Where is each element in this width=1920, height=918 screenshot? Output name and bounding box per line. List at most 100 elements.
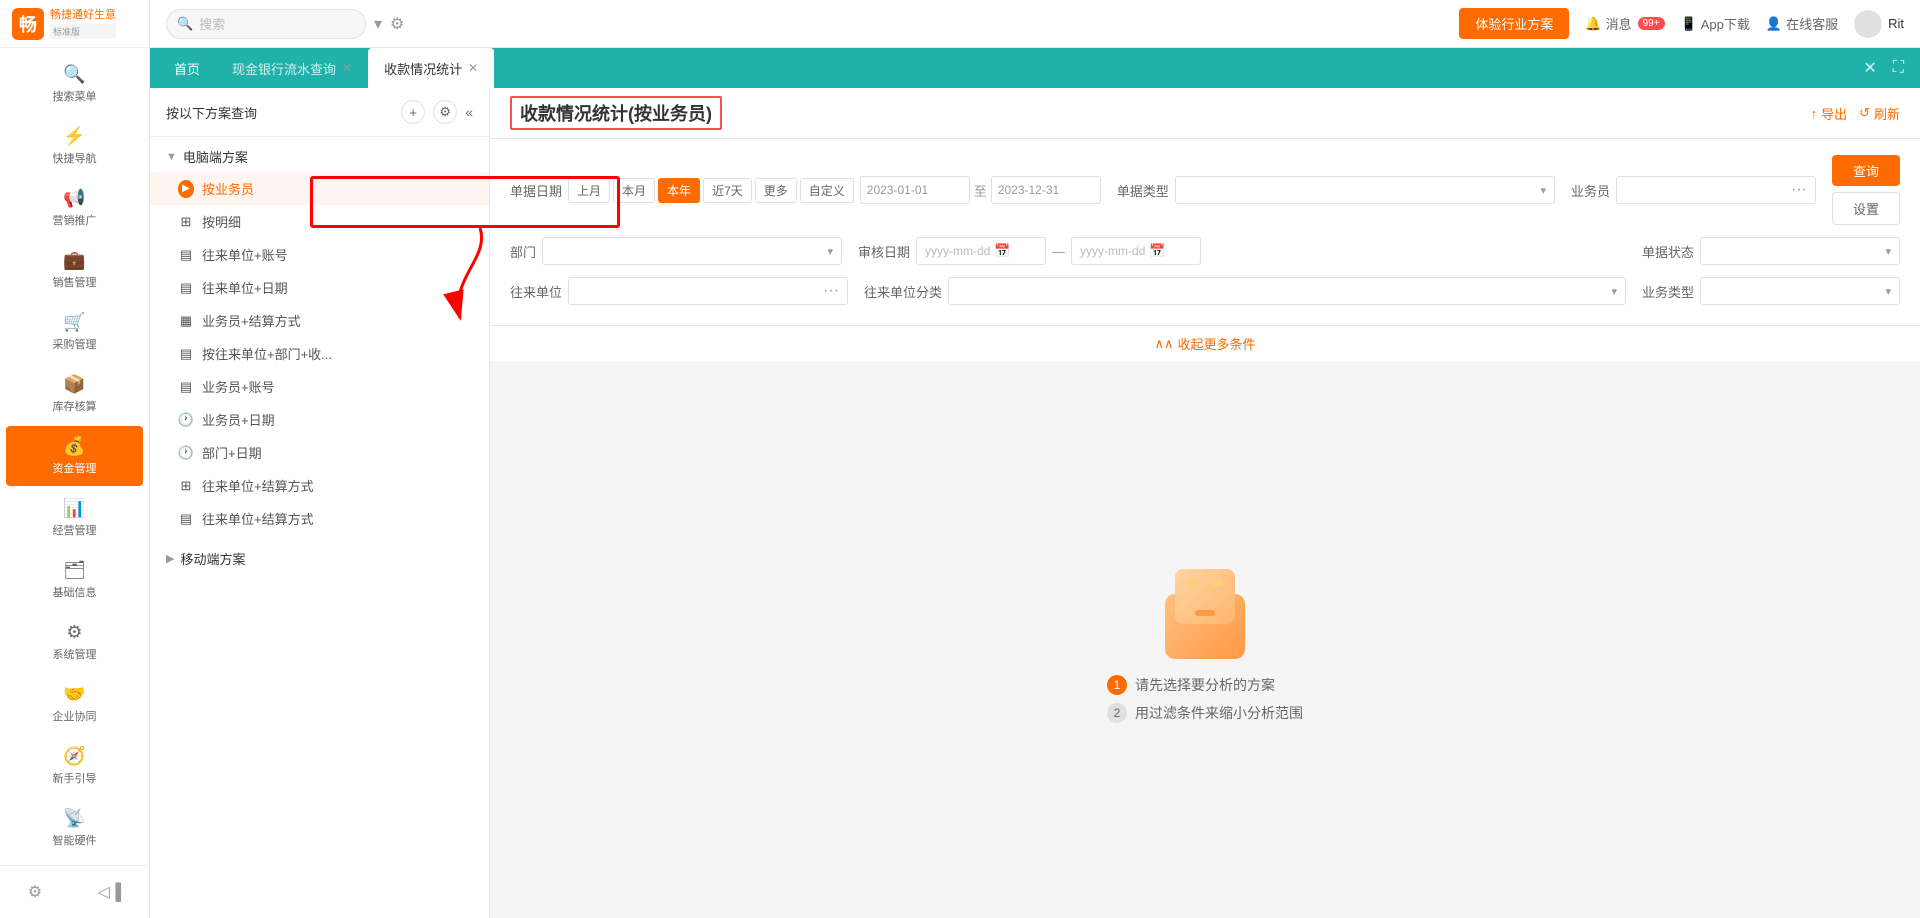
sidebar-item-hardware[interactable]: 📡 智能硬件 <box>6 798 143 858</box>
top-header: 🔍 搜索 ▾ ⚙ 体验行业方案 🔔 消息 99+ 📱 App下载 👤 <box>150 0 1920 48</box>
sidebar-item-marketing[interactable]: 📢 营销推广 <box>6 178 143 238</box>
menu-item-partner-payment1[interactable]: ⊞ 往来单位+结算方式 <box>150 469 489 502</box>
menu-item-salesman-account[interactable]: ▤ 业务员+账号 <box>150 370 489 403</box>
scheme-settings-btn[interactable]: ⚙ <box>433 100 457 124</box>
settings-footer-btn[interactable]: ⚙ <box>22 876 48 908</box>
menu-item-salesman-date[interactable]: 🕐 业务员+日期 <box>150 403 489 436</box>
voucher-status-select[interactable]: ▾ <box>1700 237 1900 265</box>
menu-item-by-detail[interactable]: ⊞ 按明细 <box>150 205 489 238</box>
service-label: 在线客服 <box>1786 14 1838 33</box>
robot-head <box>1175 569 1235 624</box>
sidebar-item-label: 搜索菜单 <box>53 88 97 104</box>
menu-item-partner-date[interactable]: ▤ 往来单位+日期 <box>150 271 489 304</box>
sidebar-item-search[interactable]: 🔍 搜索菜单 <box>6 54 143 114</box>
date-btn-this-month[interactable]: 本月 <box>613 178 655 203</box>
tab-maximize-btn[interactable]: ⛶ <box>1885 55 1912 81</box>
username: Rit <box>1888 16 1904 31</box>
sidebar-item-quicknav[interactable]: ⚡ 快捷导航 <box>6 116 143 176</box>
tab-receipt-stats[interactable]: 收款情况统计 ✕ <box>368 48 494 88</box>
partner-payment1-icon: ⊞ <box>178 478 194 494</box>
sidebar-item-finance[interactable]: 💰 资金管理 <box>6 426 143 486</box>
date-btn-custom[interactable]: 自定义 <box>800 178 854 203</box>
sidebar-item-enterprise[interactable]: 🤝 企业协同 <box>6 674 143 734</box>
mobile-section-title: 移动端方案 <box>180 549 245 568</box>
action-buttons: 查询 设置 <box>1832 155 1900 225</box>
dept-select[interactable]: ▾ <box>542 237 842 265</box>
date-field-group: 单据日期 上月 本月 本年 近7天 更多 自定义 至 <box>510 176 1101 204</box>
sidebar-item-operations[interactable]: 📊 经营管理 <box>6 488 143 548</box>
date-btn-last-month[interactable]: 上月 <box>568 178 610 203</box>
online-service-btn[interactable]: 👤 在线客服 <box>1766 14 1838 33</box>
business-type-select[interactable]: ▾ <box>1700 277 1900 305</box>
dept-field: 部门 ▾ <box>510 237 842 265</box>
tab-close-receipt-stats[interactable]: ✕ <box>468 61 478 75</box>
partner-category-select[interactable]: ▾ <box>948 277 1626 305</box>
salesman-select[interactable]: ··· <box>1616 176 1816 204</box>
sidebar-item-basic[interactable]: 🗂 基础信息 <box>6 550 143 610</box>
sidebar-item-guide[interactable]: 🧭 新手引导 <box>6 736 143 796</box>
partner-select[interactable]: ··· <box>568 277 848 305</box>
dropdown-icon[interactable]: ▾ <box>374 14 382 34</box>
settings-icon[interactable]: ⚙ <box>390 14 404 34</box>
export-btn[interactable]: ↑ 导出 <box>1811 104 1848 123</box>
page-title-actions: ↑ 导出 ↺ 刷新 <box>1811 104 1900 123</box>
salesman-account-icon: ▤ <box>178 379 194 395</box>
hint-text-2: 用过滤条件来缩小分析范围 <box>1135 703 1303 723</box>
service-icon: 👤 <box>1766 16 1782 32</box>
partner-category-label: 往来单位分类 <box>864 282 942 301</box>
sidebar-item-purchase[interactable]: 🛒 采购管理 <box>6 302 143 362</box>
mobile-section-header[interactable]: ▶ 移动端方案 <box>150 543 489 574</box>
audit-date-start[interactable]: yyyy-mm-dd 📅 <box>916 237 1046 265</box>
collapse-sidebar-btn[interactable]: ◁▐ <box>92 876 128 908</box>
notification-label: 消息 <box>1606 14 1632 33</box>
hint-num-2: 2 <box>1107 703 1127 723</box>
hardware-icon: 📡 <box>63 808 85 829</box>
logo-badge: 标准版 <box>50 24 116 39</box>
voucher-type-chevron: ▾ <box>1540 184 1546 197</box>
menu-item-partner-dept-receipt[interactable]: ▤ 按往来单位+部门+收... <box>150 337 489 370</box>
audit-date-end[interactable]: yyyy-mm-dd 📅 <box>1071 237 1201 265</box>
menu-item-partner-payment2[interactable]: ▤ 往来单位+结算方式 <box>150 502 489 535</box>
menu-item-dept-date[interactable]: 🕐 部门+日期 <box>150 436 489 469</box>
tab-close-all-btn[interactable]: ✕ <box>1855 54 1884 82</box>
menu-item-partner-account[interactable]: ▤ 往来单位+账号 <box>150 238 489 271</box>
voucher-status-label: 单据状态 <box>1642 242 1694 261</box>
voucher-status-field: 单据状态 ▾ <box>1642 237 1900 265</box>
tab-close-bank-flow[interactable]: ✕ <box>342 61 352 75</box>
app-icon: 📱 <box>1681 16 1697 32</box>
settings-btn[interactable]: 设置 <box>1832 192 1900 225</box>
date-end-input[interactable] <box>991 176 1101 204</box>
sidebar-item-inventory[interactable]: 📦 库存核算 <box>6 364 143 424</box>
search-box[interactable]: 🔍 搜索 <box>166 9 366 39</box>
logo-title: 畅捷通好生意 <box>50 8 116 22</box>
refresh-btn[interactable]: ↺ 刷新 <box>1859 104 1900 123</box>
sidebar-item-label: 营销推广 <box>53 212 97 228</box>
menu-item-by-salesman[interactable]: ▶ 按业务员 <box>150 172 489 205</box>
query-btn[interactable]: 查询 <box>1832 155 1900 186</box>
logo-icon: 畅 <box>12 8 44 40</box>
collapse-panel-btn[interactable]: « <box>465 104 473 120</box>
business-type-field: 业务类型 ▾ <box>1642 277 1900 305</box>
notification-btn[interactable]: 🔔 消息 99+ <box>1585 14 1664 33</box>
user-area[interactable]: Rit <box>1854 10 1904 38</box>
date-btn-last7[interactable]: 近7天 <box>703 178 752 203</box>
menu-item-label: 业务员+账号 <box>202 377 275 396</box>
add-scheme-btn[interactable]: + <box>401 100 425 124</box>
date-btn-more[interactable]: 更多 <box>755 178 797 203</box>
voucher-type-label: 单据类型 <box>1117 181 1169 200</box>
tab-home[interactable]: 首页 <box>158 48 216 88</box>
voucher-type-select[interactable]: ▾ <box>1175 176 1555 204</box>
sidebar-item-sales[interactable]: 💼 销售管理 <box>6 240 143 300</box>
trial-btn[interactable]: 体验行业方案 <box>1459 8 1569 39</box>
app-download-btn[interactable]: 📱 App下载 <box>1681 14 1750 33</box>
collapse-more-btn[interactable]: ∧∧ 收起更多条件 <box>490 326 1920 361</box>
hint-num-1: 1 <box>1107 675 1127 695</box>
dept-label: 部门 <box>510 242 536 261</box>
tab-bank-flow[interactable]: 现金银行流水查询 ✕ <box>216 48 368 88</box>
sidebar-item-system[interactable]: ⚙ 系统管理 <box>6 612 143 672</box>
collapse-more-icon: ∧∧ <box>1154 336 1173 352</box>
menu-item-salesman-payment[interactable]: ▦ 业务员+结算方式 <box>150 304 489 337</box>
desktop-section-header[interactable]: ▼ 电脑端方案 <box>150 141 489 172</box>
date-start-input[interactable] <box>860 176 970 204</box>
date-btn-this-year[interactable]: 本年 <box>658 178 700 203</box>
